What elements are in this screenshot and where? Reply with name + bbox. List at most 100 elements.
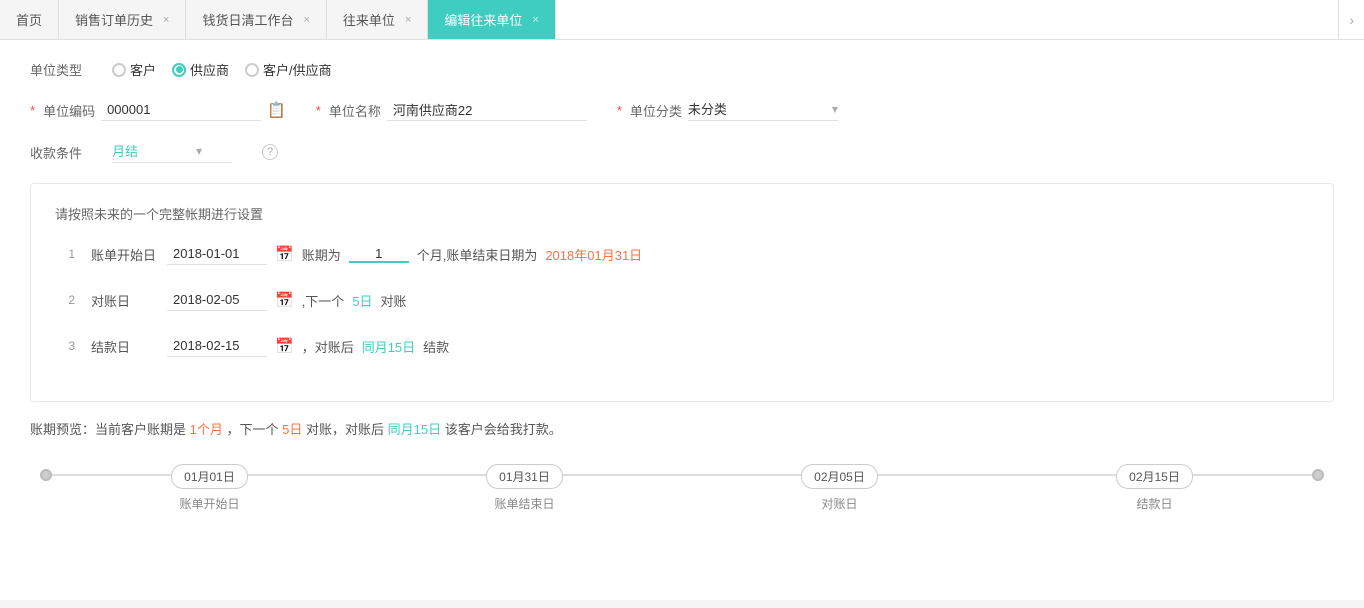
radio-both-label: 客户/供应商 [263, 60, 332, 79]
payment-terms-label: 收款条件 [30, 143, 82, 162]
timeline-segment-1: 01月01日 账单开始日 [52, 461, 367, 512]
unit-info-row: * 单位编码 📋 * 单位名称 * 单位分类 未分类 ▾ [30, 99, 1334, 121]
unit-category-required: * [617, 103, 622, 118]
timeline-node-1: 01月01日 账单开始日 [171, 464, 248, 512]
timeline-node-0 [40, 469, 52, 481]
setting-box: 请按照未来的一个完整帐期进行设置 1 账单开始日 📅 账期为 个月,账单结束日期… [30, 183, 1334, 402]
unit-code-icon[interactable]: 📋 [267, 101, 286, 119]
unit-type-radio-group: 客户 供应商 客户/供应商 [112, 60, 332, 79]
preview-mid1: ，下一个 [227, 422, 279, 437]
tab-home[interactable]: 首页 [0, 0, 59, 39]
unit-code-group: * 单位编码 📋 [30, 99, 286, 121]
payment-suffix: 结款 [423, 337, 449, 356]
preview-mid2: 对账，对账后 [306, 422, 384, 437]
row3-label: 结款日 [91, 337, 151, 356]
row2-label: 对账日 [91, 291, 151, 310]
payment-terms-select[interactable]: 月结 ▾ [112, 141, 232, 163]
account-start-calendar-icon[interactable]: 📅 [275, 245, 294, 263]
unit-type-label: 单位类型 [30, 60, 82, 79]
timeline-node-3: 02月05日 对账日 [801, 464, 878, 512]
timeline-dot-end [1312, 469, 1324, 481]
tab-cash-work-label: 钱货日清工作台 [202, 10, 293, 29]
preview-suffix: 该客户会给我打款。 [445, 422, 562, 437]
unit-name-group: * 单位名称 [316, 99, 587, 121]
preview-highlight2: 5日 [282, 422, 302, 437]
period-unit: 个月,账单结束日期为 [417, 245, 538, 264]
radio-supplier[interactable]: 供应商 [172, 60, 229, 79]
row1-num: 1 [55, 247, 75, 261]
radio-both-circle [245, 63, 259, 77]
unit-code-label: 单位编码 [43, 101, 95, 120]
tab-edit-partner[interactable]: 编辑往来单位 × [428, 0, 555, 39]
radio-both[interactable]: 客户/供应商 [245, 60, 332, 79]
reconcile-date-input[interactable] [167, 289, 267, 311]
timeline-segment-3: 02月05日 对账日 [682, 461, 997, 512]
payment-terms-row: 收款条件 月结 ▾ ? [30, 141, 1334, 163]
unit-type-row: 单位类型 客户 供应商 客户/供应商 [30, 60, 1334, 79]
timeline-segment-4: 02月15日 结款日 [997, 461, 1312, 512]
unit-category-value: 未分类 [688, 99, 727, 118]
unit-name-input[interactable] [387, 99, 587, 121]
payment-terms-chevron-icon[interactable]: ▾ [196, 144, 202, 158]
period-value-input[interactable] [349, 246, 409, 263]
unit-category-select[interactable]: 未分类 ▾ [688, 99, 838, 121]
tab-partner[interactable]: 往来单位 × [327, 0, 428, 39]
reconcile-calendar-icon[interactable]: 📅 [275, 291, 294, 309]
unit-code-required: * [30, 103, 35, 118]
radio-customer-circle [112, 63, 126, 77]
period-prefix: 账期为 [302, 245, 341, 264]
tab-edit-partner-label: 编辑往来单位 [444, 10, 522, 29]
timeline-node-2: 01月31日 账单结束日 [486, 464, 563, 512]
timeline-label-3: 对账日 [821, 495, 857, 512]
reconcile-day: 5日 [352, 291, 372, 310]
tab-sales-history[interactable]: 销售订单历史 × [59, 0, 186, 39]
row2-content: 📅 ,下一个 5日 对账 [167, 289, 1309, 311]
reconcile-prefix: ,下一个 [302, 291, 345, 310]
period-end-date: 2018年01月31日 [545, 245, 642, 264]
account-start-input[interactable] [167, 243, 267, 265]
unit-category-label: 单位分类 [630, 101, 682, 120]
payment-terms-value: 月结 [112, 141, 192, 160]
tab-edit-partner-close[interactable]: × [532, 14, 538, 26]
tab-cash-work-close[interactable]: × [303, 14, 309, 26]
timeline-pill-4: 02月15日 [1116, 464, 1193, 489]
timeline-node-4: 02月15日 结款日 [1116, 464, 1193, 512]
payment-calendar-icon[interactable]: 📅 [275, 337, 294, 355]
tab-partner-label: 往来单位 [343, 10, 395, 29]
row2-num: 2 [55, 293, 75, 307]
timeline-label-4: 结款日 [1136, 495, 1172, 512]
row3-num: 3 [55, 339, 75, 353]
timeline-label-1: 账单开始日 [179, 495, 239, 512]
timeline-pill-1: 01月01日 [171, 464, 248, 489]
payment-terms-help-icon[interactable]: ? [262, 144, 278, 160]
unit-category-chevron-icon[interactable]: ▾ [832, 102, 838, 116]
payment-date-input[interactable] [167, 335, 267, 357]
tab-sales-history-close[interactable]: × [163, 14, 169, 26]
preview-prefix: 账期预览：当前客户账期是 [30, 422, 186, 437]
tab-partner-close[interactable]: × [405, 14, 411, 26]
row1-label: 账单开始日 [91, 245, 151, 264]
main-content: 单位类型 客户 供应商 客户/供应商 * 单位编码 📋 * 单位名称 [0, 40, 1364, 600]
timeline-container: 01月01日 账单开始日 01月31日 账单结束日 02月05日 对账日 [40, 461, 1324, 512]
row1-content: 📅 账期为 个月,账单结束日期为 2018年01月31日 [167, 243, 1309, 265]
timeline-label-2: 账单结束日 [494, 495, 554, 512]
preview-section: 账期预览：当前客户账期是 1个月 ，下一个 5日 对账，对账后 同月15日 该客… [30, 418, 1334, 441]
radio-supplier-label: 供应商 [190, 60, 229, 79]
unit-name-required: * [316, 103, 321, 118]
timeline-dot-0 [40, 469, 52, 481]
timeline-pill-2: 01月31日 [486, 464, 563, 489]
setting-title: 请按照未来的一个完整帐期进行设置 [55, 204, 1309, 223]
timeline-section: 01月01日 账单开始日 01月31日 账单结束日 02月05日 对账日 [30, 461, 1334, 512]
unit-category-group: * 单位分类 未分类 ▾ [617, 99, 838, 121]
radio-customer[interactable]: 客户 [112, 60, 156, 79]
account-start-row: 1 账单开始日 📅 账期为 个月,账单结束日期为 2018年01月31日 [55, 243, 1309, 265]
tab-cash-work[interactable]: 钱货日清工作台 × [186, 0, 326, 39]
payment-prefix: ，对账后 [302, 337, 354, 356]
radio-customer-label: 客户 [130, 60, 156, 79]
tab-home-label: 首页 [16, 10, 42, 29]
tab-overflow-button[interactable]: › [1338, 0, 1364, 39]
unit-code-input[interactable] [101, 99, 261, 121]
preview-highlight1: 1个月 [190, 422, 223, 437]
timeline-pill-3: 02月05日 [801, 464, 878, 489]
tab-bar: 首页 销售订单历史 × 钱货日清工作台 × 往来单位 × 编辑往来单位 × › [0, 0, 1364, 40]
